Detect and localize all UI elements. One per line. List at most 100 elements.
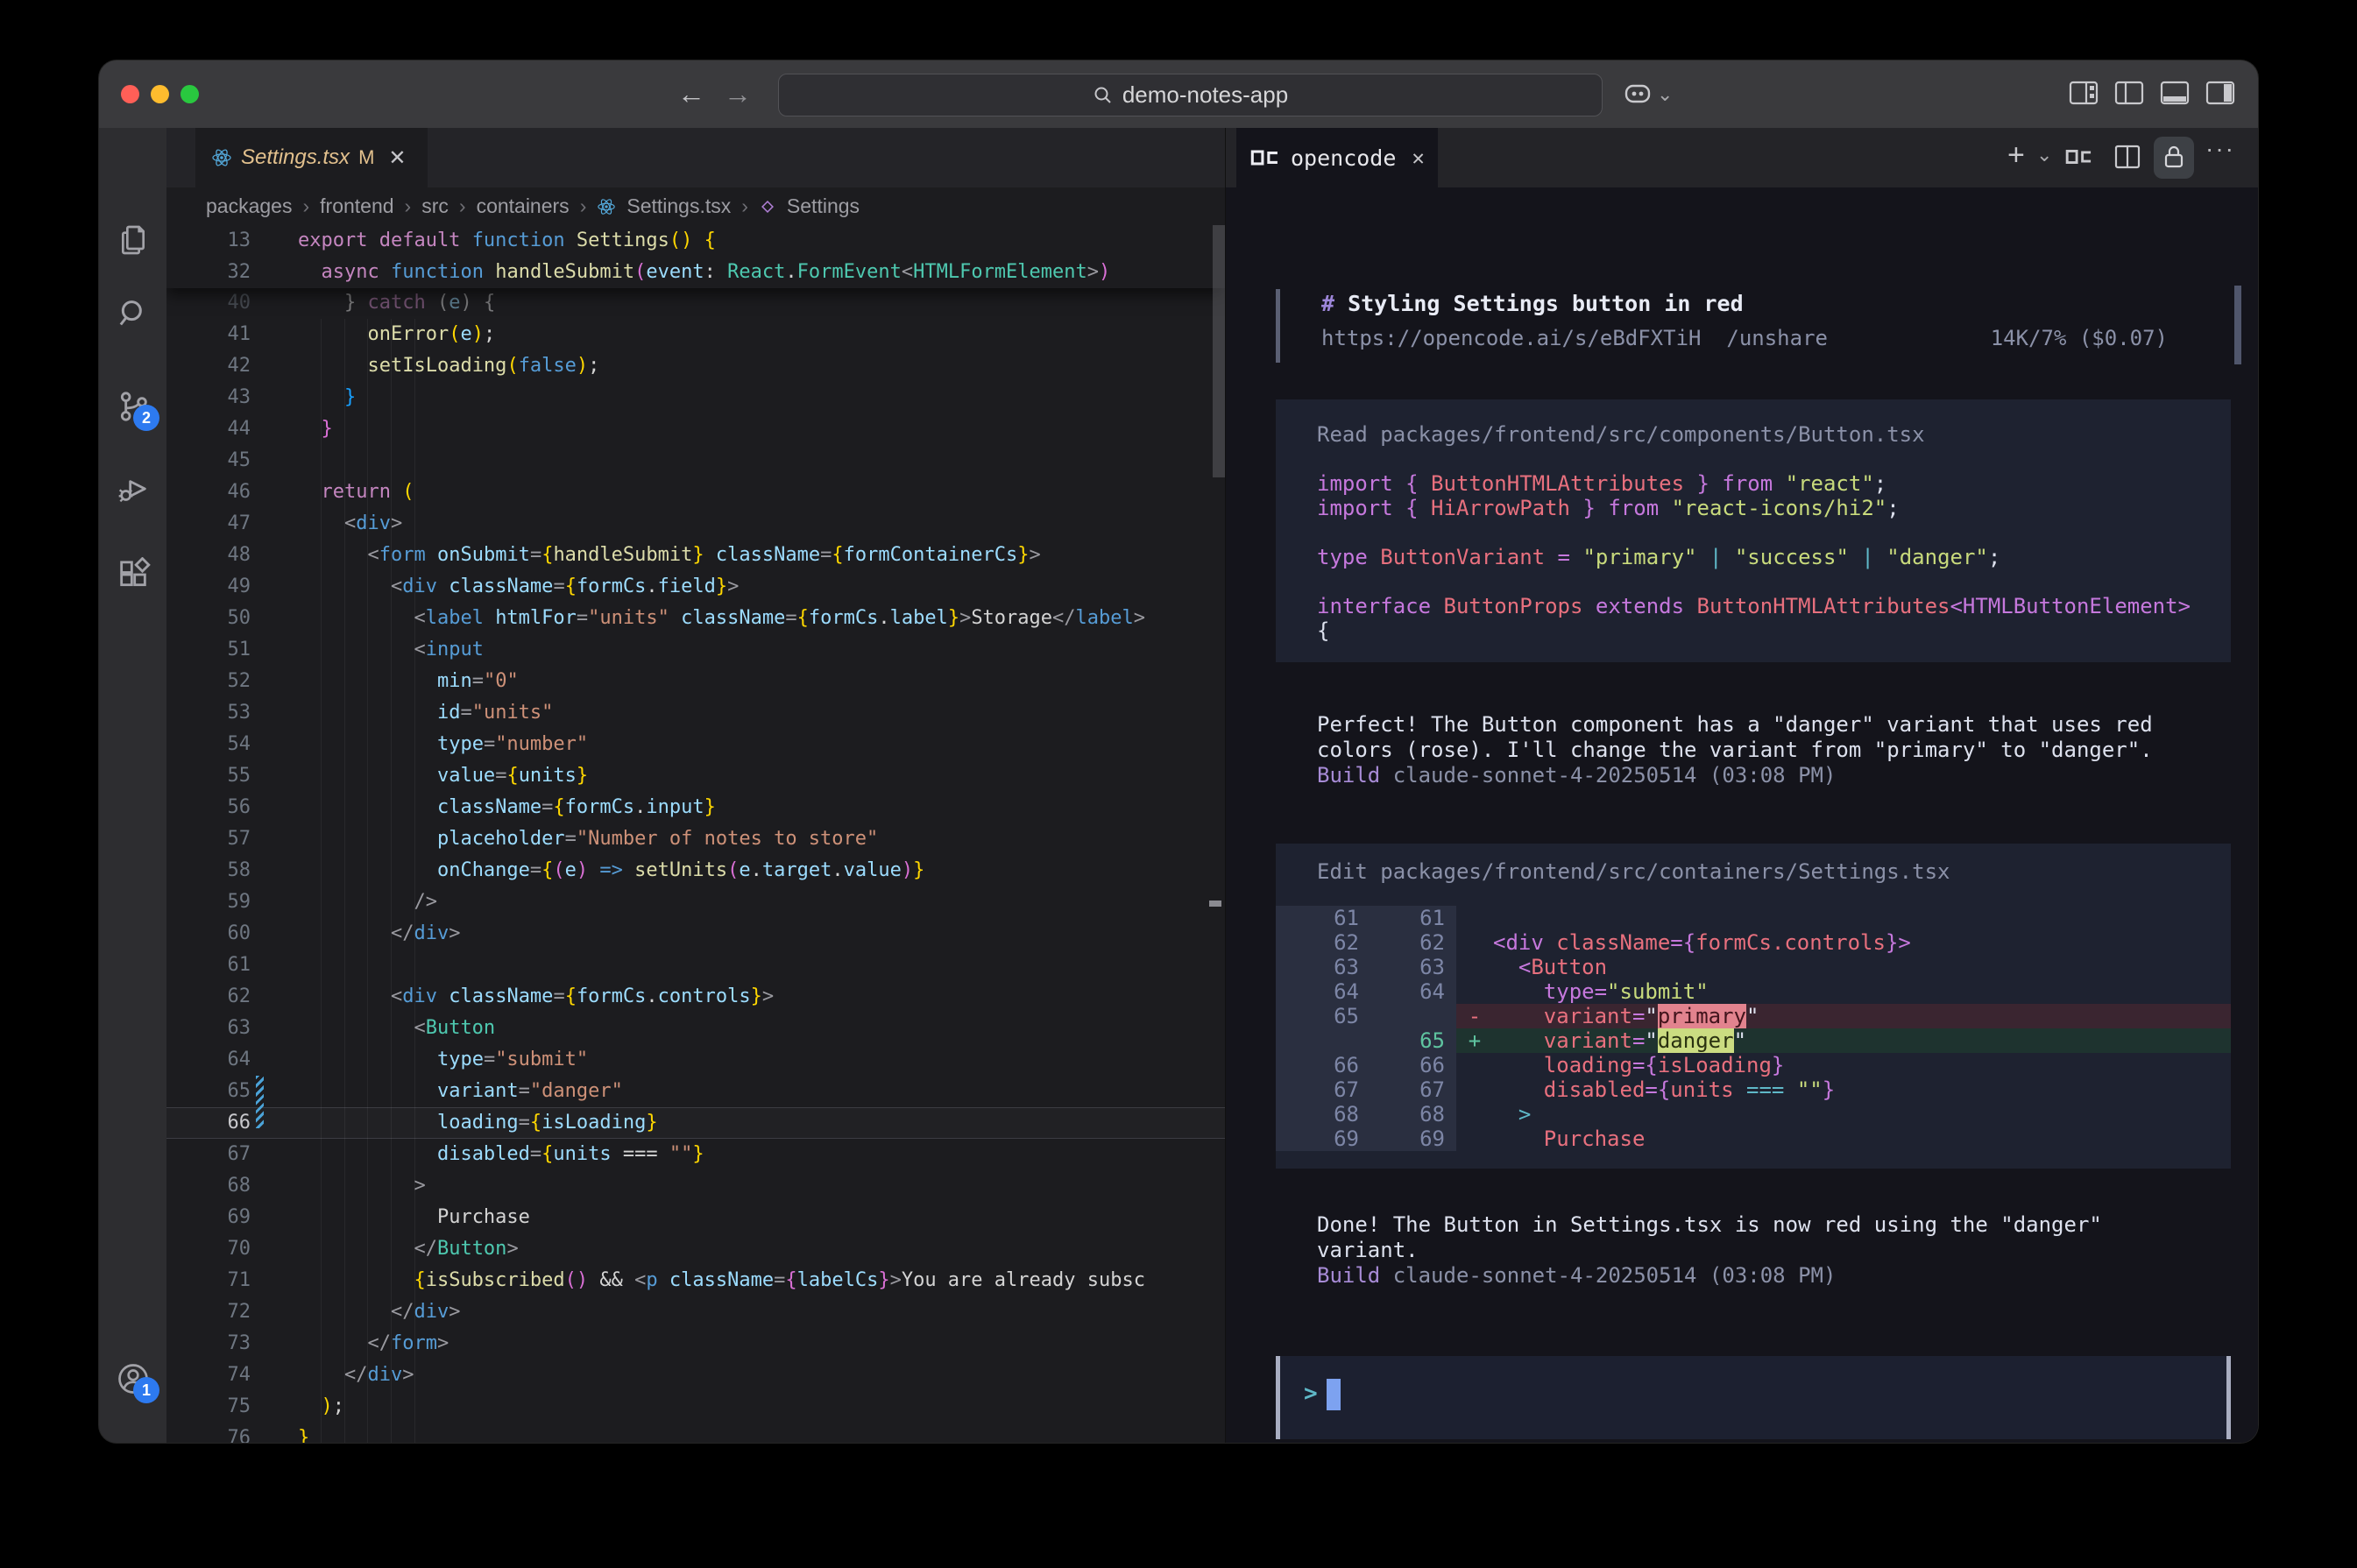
code-line[interactable]: 49 <div className={formCs.field}>	[166, 571, 1225, 603]
code-line[interactable]: 47 <div>	[166, 508, 1225, 540]
code-line[interactable]: 57 placeholder="Number of notes to store…	[166, 823, 1225, 855]
diff-row: 65- variant="primary"	[1276, 1004, 2231, 1028]
code-line[interactable]: 69 Purchase	[166, 1202, 1225, 1233]
code-line[interactable]: 58 onChange={(e) => setUnits(e.target.va…	[166, 855, 1225, 886]
message-meta: Build claude-sonnet-4-20250514 (03:08 PM…	[1317, 1263, 2102, 1289]
diff-row: 6262<div className={formCs.controls}>	[1276, 930, 2231, 955]
close-window-button[interactable]	[121, 85, 139, 103]
tui-code-line: interface ButtonProps extends ButtonHTML…	[1317, 594, 2191, 618]
tab-opencode[interactable]: opencode ✕	[1236, 128, 1438, 187]
code-line[interactable]: 32 async function handleSubmit(event: Re…	[166, 257, 1225, 288]
edit-tool-card: Edit packages/frontend/src/containers/Se…	[1276, 844, 2231, 1169]
diff-row: 6767 disabled={units === ""}	[1276, 1077, 2231, 1102]
tui-code-line: Read packages/frontend/src/components/Bu…	[1317, 422, 2191, 447]
split-editor-icon[interactable]	[2114, 145, 2141, 169]
code-line[interactable]: 46 return (	[166, 477, 1225, 508]
prompt-input[interactable]: >	[1276, 1356, 2231, 1439]
command-center-search[interactable]: demo-notes-app	[778, 74, 1603, 117]
breadcrumb-item[interactable]: frontend	[320, 194, 393, 218]
code-line[interactable]: 13export default function Settings() {	[166, 225, 1225, 257]
tab-close-icon[interactable]: ✕	[388, 145, 406, 171]
code-line[interactable]: 72 </div>	[166, 1296, 1225, 1328]
tab-settings-tsx[interactable]: Settings.tsx M ✕	[195, 128, 428, 187]
editor-scrollbar[interactable]	[1213, 225, 1225, 477]
diff-row: 6464 type="submit"	[1276, 979, 2231, 1004]
tui-code-line: import { ButtonHTMLAttributes } from "re…	[1317, 471, 2191, 496]
accounts-icon[interactable]: 1	[116, 1361, 151, 1396]
copilot-icon[interactable]	[1622, 80, 1653, 108]
chevron-down-icon[interactable]: ⌄	[1657, 83, 1673, 106]
back-icon[interactable]: ←	[677, 78, 705, 110]
diff-row: 65+ variant="danger"	[1276, 1028, 2231, 1053]
tui-code-line: {	[1317, 618, 2191, 643]
customize-layout-icon[interactable]	[2069, 80, 2099, 106]
code-editor[interactable]: 40 } catch (e) {41 onError(e);42 setIsLo…	[166, 225, 1225, 1443]
chevron-down-icon[interactable]: ⌄	[2036, 144, 2052, 166]
code-line[interactable]: 63 <Button	[166, 1013, 1225, 1044]
breadcrumb-item[interactable]: containers	[477, 194, 570, 218]
code-line[interactable]: 54 type="number"	[166, 729, 1225, 760]
panel-tab-close-icon[interactable]: ✕	[1412, 145, 1424, 170]
minimize-window-button[interactable]	[151, 85, 169, 103]
code-line[interactable]: 43 }	[166, 382, 1225, 413]
sticky-scroll: 13export default function Settings() {32…	[166, 225, 1225, 288]
message-line: Done! The Button in Settings.tsx is now …	[1317, 1212, 2102, 1238]
panel-more-actions-icon[interactable]: ···	[2205, 135, 2235, 163]
run-debug-icon[interactable]	[116, 471, 151, 506]
toggle-secondary-sidebar-icon[interactable]	[2205, 80, 2235, 106]
code-line[interactable]: 48 <form onSubmit={handleSubmit} classNa…	[166, 540, 1225, 571]
toggle-primary-sidebar-icon[interactable]	[2114, 80, 2144, 106]
code-line[interactable]: 60 </div>	[166, 918, 1225, 950]
opencode-logo-icon	[1250, 146, 1280, 169]
code-line[interactable]: 56 className={formCs.input}	[166, 792, 1225, 823]
breadcrumb-item[interactable]: packages	[206, 194, 292, 218]
forward-icon[interactable]: →	[724, 78, 752, 110]
toggle-panel-icon[interactable]	[2160, 80, 2190, 106]
read-tool-card: Read packages/frontend/src/components/Bu…	[1276, 399, 2231, 662]
session-share-url[interactable]: https://opencode.ai/s/eBdFXTiH /unshare	[1321, 326, 1828, 350]
lock-icon[interactable]	[2162, 144, 2186, 170]
code-line[interactable]: 44 }	[166, 413, 1225, 445]
zoom-window-button[interactable]	[180, 85, 199, 103]
code-line[interactable]: 55 value={units}	[166, 760, 1225, 792]
react-file-icon	[211, 147, 232, 168]
code-line[interactable]: 76}	[166, 1423, 1225, 1443]
activity-bar: 2 1	[99, 128, 166, 1443]
edit-tool-label: Edit packages/frontend/src/containers/Se…	[1317, 859, 1950, 884]
code-line[interactable]: 75 );	[166, 1391, 1225, 1423]
code-line[interactable]: 73 </form>	[166, 1328, 1225, 1360]
diff-row: 6161	[1276, 906, 2231, 930]
explorer-icon[interactable]	[116, 222, 151, 258]
code-line[interactable]: 68 >	[166, 1170, 1225, 1202]
symbol-icon	[759, 198, 776, 215]
extensions-icon[interactable]	[116, 557, 151, 592]
code-line[interactable]: 62 <div className={formCs.controls}>	[166, 981, 1225, 1013]
code-line[interactable]: 53 id="units"	[166, 697, 1225, 729]
new-session-icon[interactable]: +	[2007, 138, 2025, 173]
breadcrumb[interactable]: packages› frontend› src› containers› Set…	[166, 187, 1225, 225]
code-line[interactable]: 61	[166, 950, 1225, 981]
code-line[interactable]: 59 />	[166, 886, 1225, 918]
search-sidebar-icon[interactable]	[116, 296, 151, 331]
code-line[interactable]: 40 } catch (e) {	[166, 287, 1225, 319]
breadcrumb-item[interactable]: Settings	[787, 194, 860, 218]
code-line[interactable]: 70 </Button>	[166, 1233, 1225, 1265]
code-line[interactable]: 52 min="0"	[166, 666, 1225, 697]
source-control-icon[interactable]: 2	[116, 389, 151, 424]
code-line[interactable]: 42 setIsLoading(false);	[166, 350, 1225, 382]
breadcrumb-item[interactable]: Settings.tsx	[626, 194, 731, 218]
code-line[interactable]: 71 {isSubscribed() && <p className={labe…	[166, 1265, 1225, 1296]
breadcrumb-item[interactable]: src	[421, 194, 449, 218]
code-line[interactable]: 66 loading={isLoading}	[166, 1107, 1225, 1139]
code-line[interactable]: 45	[166, 445, 1225, 477]
code-line[interactable]: 74 </div>	[166, 1360, 1225, 1391]
code-line[interactable]: 64 type="submit"	[166, 1044, 1225, 1076]
code-line[interactable]: 51 <input	[166, 634, 1225, 666]
opencode-action-icon[interactable]	[2065, 146, 2093, 167]
code-line[interactable]: 41 onError(e);	[166, 319, 1225, 350]
code-line[interactable]: 65 variant="danger"	[166, 1076, 1225, 1107]
chat-scrollbar[interactable]	[2234, 286, 2241, 364]
code-line[interactable]: 50 <label htmlFor="units" className={for…	[166, 603, 1225, 634]
diff-view: 61616262<div className={formCs.controls}…	[1276, 906, 2231, 1151]
code-line[interactable]: 67 disabled={units === ""}	[166, 1139, 1225, 1170]
